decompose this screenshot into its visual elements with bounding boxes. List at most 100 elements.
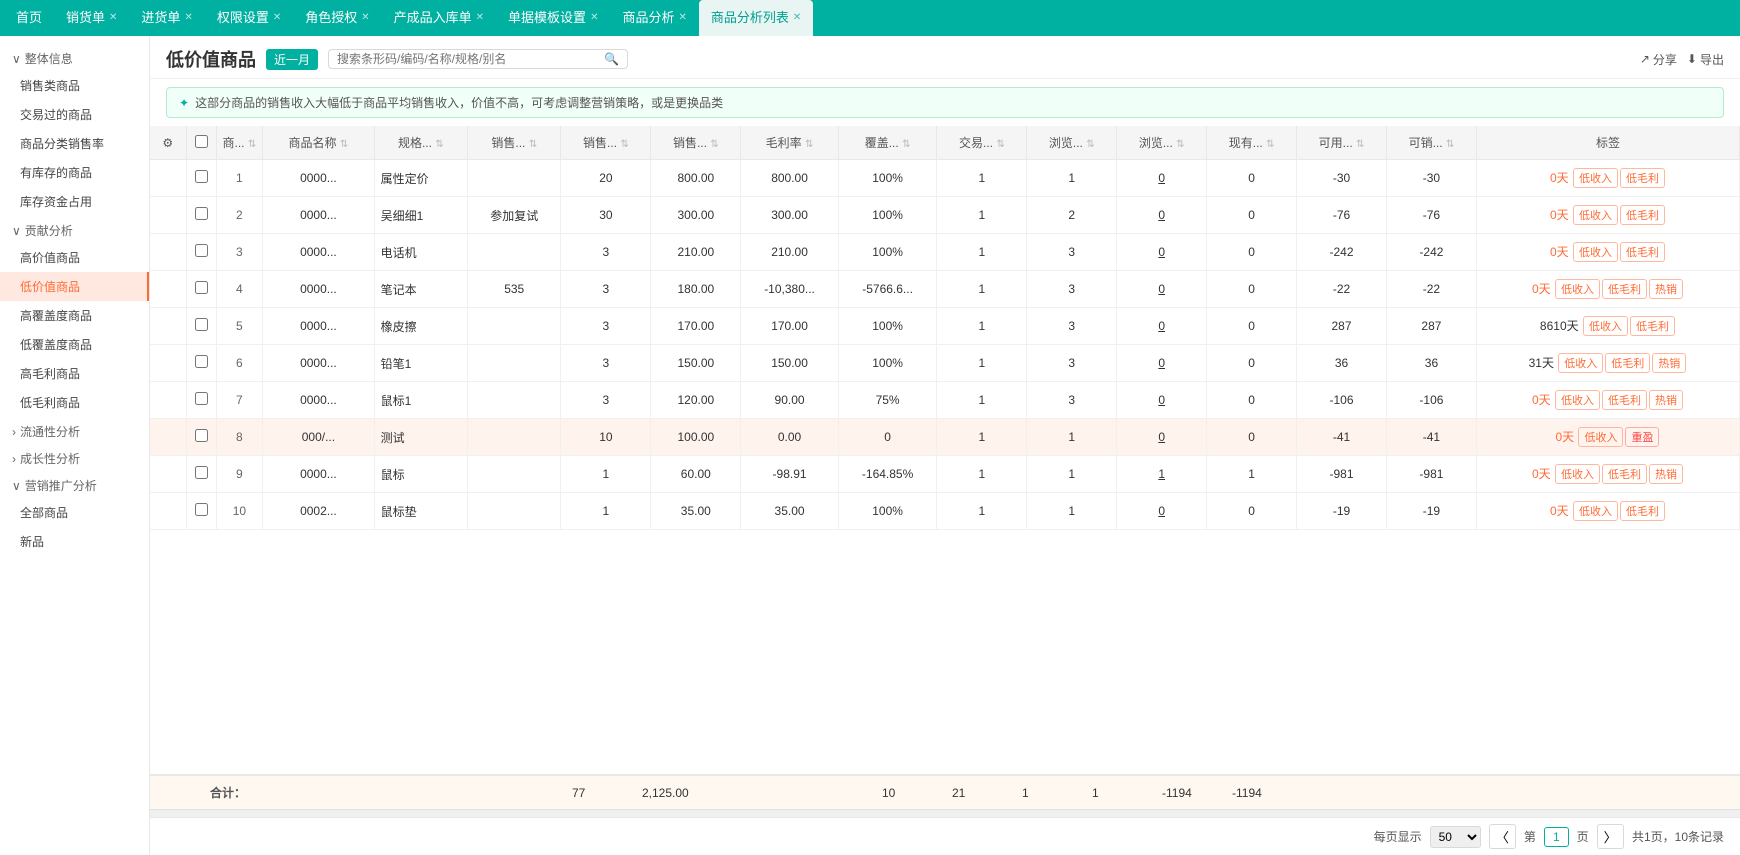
sidebar-group-contribution[interactable]: ∨ 贡献分析 <box>0 216 149 243</box>
row-checkbox[interactable] <box>195 170 208 183</box>
checkbox-col-header[interactable] <box>186 126 216 160</box>
share-button[interactable]: ↗ 分享 <box>1640 51 1677 68</box>
checkbox-cell[interactable] <box>186 308 216 345</box>
row-col7: 0.00 <box>741 419 839 456</box>
close-purchase-order[interactable]: ✕ <box>184 0 192 36</box>
horizontal-scrollbar[interactable] <box>150 809 1740 817</box>
row-col11[interactable]: 0 <box>1117 382 1207 419</box>
col-tags-header[interactable]: 标签 <box>1476 126 1739 160</box>
col-name-header[interactable]: 商品名称 ⇅ <box>263 126 374 160</box>
checkbox-cell[interactable] <box>186 197 216 234</box>
row-col11[interactable]: 0 <box>1117 308 1207 345</box>
row-col11[interactable]: 0 <box>1117 234 1207 271</box>
row-col8: 100% <box>838 308 937 345</box>
row-checkbox[interactable] <box>195 318 208 331</box>
col-sales1-header[interactable]: 销售... ⇅ <box>468 126 561 160</box>
sidebar-group-marketing[interactable]: ∨ 营销推广分析 <box>0 471 149 498</box>
row-checkbox[interactable] <box>195 466 208 479</box>
sidebar-item-high-coverage[interactable]: 高覆盖度商品 <box>0 301 149 330</box>
sidebar-group-circulation[interactable]: › 流通性分析 <box>0 417 149 444</box>
row-checkbox[interactable] <box>195 503 208 516</box>
export-button[interactable]: ⬇ 导出 <box>1687 51 1724 68</box>
row-col11[interactable]: 0 <box>1117 345 1207 382</box>
sidebar-item-high-value[interactable]: 高价值商品 <box>0 243 149 272</box>
col-sales2-header[interactable]: 销售... ⇅ <box>561 126 651 160</box>
close-product-storage[interactable]: ✕ <box>476 0 484 36</box>
row-col11[interactable]: 0 <box>1117 271 1207 308</box>
nav-sales-order[interactable]: 销货单 ✕ <box>54 0 129 36</box>
col-margin-header[interactable]: 毛利率 ⇅ <box>741 126 839 160</box>
close-product-analysis[interactable]: ✕ <box>678 0 686 36</box>
checkbox-cell[interactable] <box>186 419 216 456</box>
row-checkbox[interactable] <box>195 429 208 442</box>
close-sales-order[interactable]: ✕ <box>109 0 117 36</box>
sidebar-item-low-margin[interactable]: 低毛利商品 <box>0 388 149 417</box>
sidebar-item-low-coverage[interactable]: 低覆盖度商品 <box>0 330 149 359</box>
sidebar-item-traded-goods[interactable]: 交易过的商品 <box>0 100 149 129</box>
search-input[interactable] <box>337 52 600 66</box>
sidebar-item-high-margin[interactable]: 高毛利商品 <box>0 359 149 388</box>
checkbox-cell[interactable] <box>186 271 216 308</box>
col-transaction-header[interactable]: 交易... ⇅ <box>937 126 1027 160</box>
sidebar-item-inventory-capital[interactable]: 库存资金占用 <box>0 187 149 216</box>
close-product-analysis-list[interactable]: ✕ <box>793 0 801 36</box>
col-browse1-header[interactable]: 浏览... ⇅ <box>1027 126 1117 160</box>
col-code-header[interactable]: 商... ⇅ <box>216 126 263 160</box>
sidebar-group-overall[interactable]: ∨ 整体信息 <box>0 44 149 71</box>
search-icon[interactable]: 🔍 <box>604 52 619 66</box>
checkbox-cell[interactable] <box>186 160 216 197</box>
nav-role-auth[interactable]: 角色授权 ✕ <box>293 0 381 36</box>
checkbox-cell[interactable] <box>186 493 216 530</box>
row-checkbox[interactable] <box>195 207 208 220</box>
row-col11[interactable]: 0 <box>1117 493 1207 530</box>
nav-purchase-order[interactable]: 进货单 ✕ <box>129 0 204 36</box>
row-col11[interactable]: 0 <box>1117 419 1207 456</box>
row-col14: -41 <box>1386 419 1476 456</box>
col-browse2-header[interactable]: 浏览... ⇅ <box>1117 126 1207 160</box>
sidebar-item-sales-goods[interactable]: 销售类商品 <box>0 71 149 100</box>
close-doc-template[interactable]: ✕ <box>590 0 598 36</box>
checkbox-cell[interactable] <box>186 345 216 382</box>
nav-permission-settings[interactable]: 权限设置 ✕ <box>205 0 293 36</box>
checkbox-cell[interactable] <box>186 234 216 271</box>
row-col11[interactable]: 1 <box>1117 456 1207 493</box>
prev-page-button[interactable]: 〈 <box>1489 824 1516 849</box>
nav-product-storage[interactable]: 产成品入库单 ✕ <box>382 0 496 36</box>
row-spec <box>468 234 561 271</box>
close-permission[interactable]: ✕ <box>273 0 281 36</box>
next-page-button[interactable]: 〉 <box>1597 824 1624 849</box>
sidebar-group-growth[interactable]: › 成长性分析 <box>0 444 149 471</box>
table-row: 8 000/... 测试 10 100.00 0.00 0 1 1 0 0 -4… <box>150 419 1740 456</box>
col-sales3-header[interactable]: 销售... ⇅ <box>651 126 741 160</box>
row-checkbox[interactable] <box>195 355 208 368</box>
time-badge[interactable]: 近一月 <box>266 49 318 70</box>
col-spec-header[interactable]: 规格... ⇅ <box>374 126 467 160</box>
row-col11[interactable]: 0 <box>1117 197 1207 234</box>
close-role-auth[interactable]: ✕ <box>361 0 369 36</box>
sidebar-item-all-goods[interactable]: 全部商品 <box>0 498 149 527</box>
col-available-stock-header[interactable]: 可用... ⇅ <box>1297 126 1387 160</box>
settings-col-header[interactable]: ⚙ <box>150 126 186 160</box>
checkbox-cell[interactable] <box>186 456 216 493</box>
checkbox-cell[interactable] <box>186 382 216 419</box>
row-checkbox[interactable] <box>195 392 208 405</box>
row-col11[interactable]: 0 <box>1117 160 1207 197</box>
row-col14: -22 <box>1386 271 1476 308</box>
sidebar-item-inventory-goods[interactable]: 有库存的商品 <box>0 158 149 187</box>
col-coverage-header[interactable]: 覆盖... ⇅ <box>838 126 937 160</box>
nav-home[interactable]: 首页 <box>4 0 54 36</box>
sidebar-item-new-goods[interactable]: 新品 <box>0 527 149 556</box>
nav-product-analysis-list[interactable]: 商品分析列表 ✕ <box>699 0 813 36</box>
col-sellable-stock-header[interactable]: 可销... ⇅ <box>1386 126 1476 160</box>
row-checkbox[interactable] <box>195 244 208 257</box>
table-wrapper[interactable]: ⚙ 商... ⇅ 商品名称 ⇅ 规格... ⇅ 销售... ⇅ 销售... ⇅ … <box>150 126 1740 774</box>
per-page-select[interactable]: 50 100 200 <box>1430 826 1481 848</box>
nav-product-analysis[interactable]: 商品分析 ✕ <box>610 0 698 36</box>
row-col9: 1 <box>937 308 1027 345</box>
sidebar-item-category-sales[interactable]: 商品分类销售率 <box>0 129 149 158</box>
sidebar-item-low-value[interactable]: 低价值商品 <box>0 272 149 301</box>
col-current-stock-header[interactable]: 现有... ⇅ <box>1207 126 1297 160</box>
row-checkbox[interactable] <box>195 281 208 294</box>
select-all-checkbox[interactable] <box>195 135 208 148</box>
nav-doc-template[interactable]: 单据模板设置 ✕ <box>496 0 610 36</box>
